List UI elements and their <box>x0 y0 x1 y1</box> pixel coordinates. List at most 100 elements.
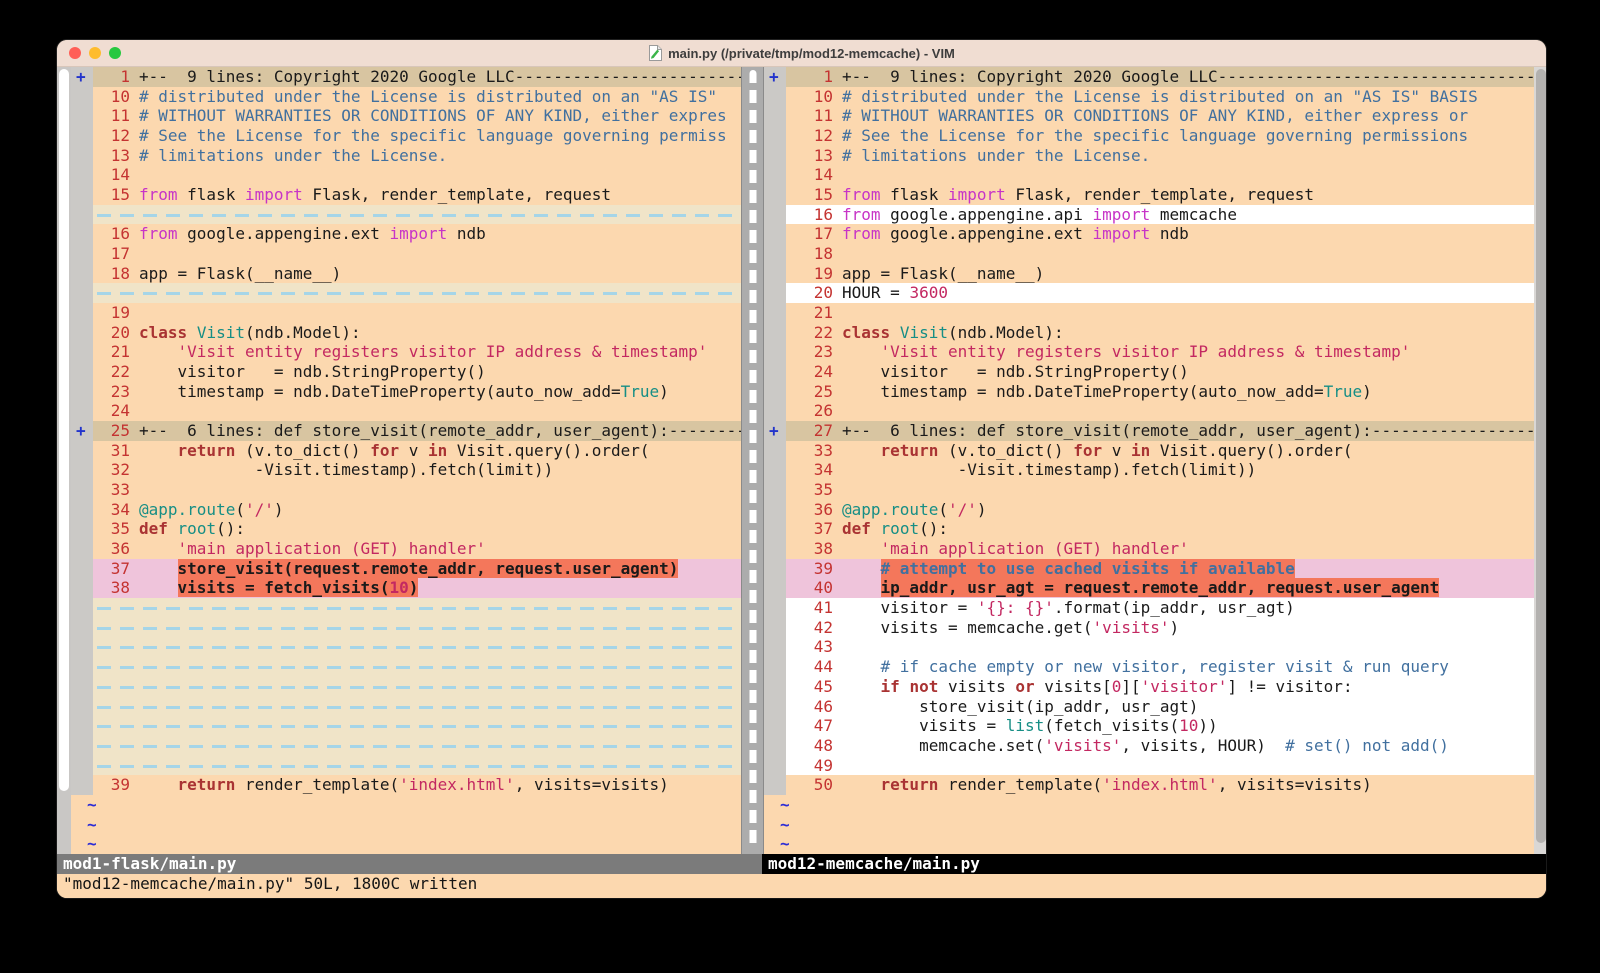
fold-column[interactable] <box>71 637 93 657</box>
code-line[interactable]: 12# See the License for the specific lan… <box>71 126 741 146</box>
fold-column[interactable] <box>71 106 93 126</box>
left-pane[interactable]: +1+-- 9 lines: Copyright 2020 Google LLC… <box>71 67 741 854</box>
code-line[interactable]: 16from google.appengine.ext import ndb <box>71 224 741 244</box>
folded-line[interactable]: +1+-- 9 lines: Copyright 2020 Google LLC… <box>71 67 741 87</box>
code-line[interactable]: 41 visitor = '{}: {}'.format(ip_addr, us… <box>764 598 1534 618</box>
fold-column[interactable] <box>764 500 786 520</box>
code-line[interactable]: 17from google.appengine.ext import ndb <box>764 224 1534 244</box>
folded-line[interactable]: +25+-- 6 lines: def store_visit(remote_a… <box>71 421 741 441</box>
fold-column[interactable] <box>71 205 93 225</box>
fold-column[interactable] <box>71 323 93 343</box>
fold-column[interactable] <box>764 401 786 421</box>
fold-column[interactable] <box>764 342 786 362</box>
fold-column[interactable] <box>764 519 786 539</box>
right-pane[interactable]: +1+-- 9 lines: Copyright 2020 Google LLC… <box>764 67 1534 854</box>
code-line[interactable]: 38 visits = fetch_visits(10) <box>71 578 741 598</box>
fold-column[interactable] <box>71 362 93 382</box>
folded-line[interactable]: +1+-- 9 lines: Copyright 2020 Google LLC… <box>764 67 1534 87</box>
code-line[interactable]: 21 'Visit entity registers visitor IP ad… <box>71 342 741 362</box>
code-line[interactable]: 34 -Visit.timestamp).fetch(limit)) <box>764 460 1534 480</box>
fold-column[interactable] <box>764 736 786 756</box>
code-line[interactable]: 22 visitor = ndb.StringProperty() <box>71 362 741 382</box>
minimize-button[interactable] <box>89 47 101 59</box>
fold-column[interactable] <box>764 539 786 559</box>
fold-column[interactable] <box>764 716 786 736</box>
fold-column[interactable] <box>71 283 93 303</box>
left-scrollbar[interactable] <box>57 67 71 854</box>
code-line[interactable]: 13# limitations under the License. <box>71 146 741 166</box>
code-line[interactable]: 45 if not visits or visits[0]['visitor']… <box>764 677 1534 697</box>
diff-filler-line[interactable] <box>71 598 741 618</box>
fold-column[interactable] <box>71 264 93 284</box>
code-line[interactable]: 37 store_visit(request.remote_addr, requ… <box>71 559 741 579</box>
code-line[interactable]: 32 -Visit.timestamp).fetch(limit)) <box>71 460 741 480</box>
fold-column[interactable] <box>764 697 786 717</box>
diff-filler-line[interactable] <box>71 677 741 697</box>
code-line[interactable]: 21 <box>764 303 1534 323</box>
fold-column[interactable] <box>764 362 786 382</box>
fold-column[interactable] <box>71 677 93 697</box>
fold-column[interactable] <box>764 480 786 500</box>
code-line[interactable]: 49 <box>764 756 1534 776</box>
fold-column[interactable] <box>71 165 93 185</box>
right-scrollbar[interactable] <box>1534 67 1546 854</box>
code-line[interactable]: 18app = Flask(__name__) <box>71 264 741 284</box>
code-line[interactable]: 39 return render_template('index.html', … <box>71 775 741 795</box>
code-line[interactable]: 17 <box>71 244 741 264</box>
status-bar-right[interactable]: mod12-memcache/main.py <box>762 854 1546 874</box>
code-line[interactable]: 46 store_visit(ip_addr, usr_agt) <box>764 697 1534 717</box>
fold-column[interactable] <box>764 303 786 323</box>
fold-column[interactable] <box>764 224 786 244</box>
fold-column[interactable] <box>71 382 93 402</box>
fold-column[interactable] <box>71 401 93 421</box>
code-line[interactable]: 19app = Flask(__name__) <box>764 264 1534 284</box>
fold-column[interactable] <box>71 618 93 638</box>
right-scrollbar-thumb[interactable] <box>1536 69 1546 843</box>
empty-line[interactable]: ~ <box>71 815 741 835</box>
empty-line[interactable]: ~ <box>71 834 741 854</box>
divider-scrollbar-thumb[interactable] <box>749 70 756 848</box>
fold-column[interactable] <box>71 539 93 559</box>
fold-column[interactable] <box>764 87 786 107</box>
code-line[interactable]: 23 timestamp = ndb.DateTimeProperty(auto… <box>71 382 741 402</box>
code-line[interactable]: 11# WITHOUT WARRANTIES OR CONDITIONS OF … <box>764 106 1534 126</box>
fold-column[interactable] <box>764 677 786 697</box>
fold-indicator[interactable]: + <box>71 67 93 87</box>
fold-column[interactable] <box>71 598 93 618</box>
fold-column[interactable] <box>71 244 93 264</box>
fold-column[interactable] <box>71 303 93 323</box>
fold-column[interactable] <box>764 146 786 166</box>
fold-column[interactable] <box>764 775 786 795</box>
fold-indicator[interactable]: + <box>71 421 93 441</box>
code-line[interactable]: 25 timestamp = ndb.DateTimeProperty(auto… <box>764 382 1534 402</box>
code-line[interactable]: 33 <box>71 480 741 500</box>
fold-column[interactable] <box>764 598 786 618</box>
fold-column[interactable] <box>764 185 786 205</box>
code-line[interactable]: 15from flask import Flask, render_templa… <box>71 185 741 205</box>
code-line[interactable]: 50 return render_template('index.html', … <box>764 775 1534 795</box>
code-line[interactable]: 12# See the License for the specific lan… <box>764 126 1534 146</box>
code-line[interactable]: 33 return (v.to_dict() for v in Visit.qu… <box>764 441 1534 461</box>
fold-indicator[interactable]: + <box>764 67 786 87</box>
code-line[interactable]: 18 <box>764 244 1534 264</box>
diff-filler-line[interactable] <box>71 716 741 736</box>
fold-column[interactable] <box>71 87 93 107</box>
left-scrollbar-thumb[interactable] <box>59 69 69 791</box>
code-line[interactable]: 36 'main application (GET) handler' <box>71 539 741 559</box>
code-line[interactable]: 44 # if cache empty or new visitor, regi… <box>764 657 1534 677</box>
code-line[interactable]: 35 <box>764 480 1534 500</box>
fold-column[interactable] <box>71 519 93 539</box>
fold-indicator[interactable]: + <box>764 421 786 441</box>
code-line[interactable]: 24 <box>71 401 741 421</box>
fold-column[interactable] <box>764 126 786 146</box>
code-line[interactable]: 20HOUR = 3600 <box>764 283 1534 303</box>
fold-column[interactable] <box>71 775 93 795</box>
fold-column[interactable] <box>71 736 93 756</box>
diff-filler-line[interactable] <box>71 657 741 677</box>
fold-column[interactable] <box>71 578 93 598</box>
fold-column[interactable] <box>764 637 786 657</box>
code-line[interactable]: 23 'Visit entity registers visitor IP ad… <box>764 342 1534 362</box>
code-line[interactable]: 14 <box>764 165 1534 185</box>
code-line[interactable]: 48 memcache.set('visits', visits, HOUR) … <box>764 736 1534 756</box>
empty-line[interactable]: ~ <box>764 815 1534 835</box>
